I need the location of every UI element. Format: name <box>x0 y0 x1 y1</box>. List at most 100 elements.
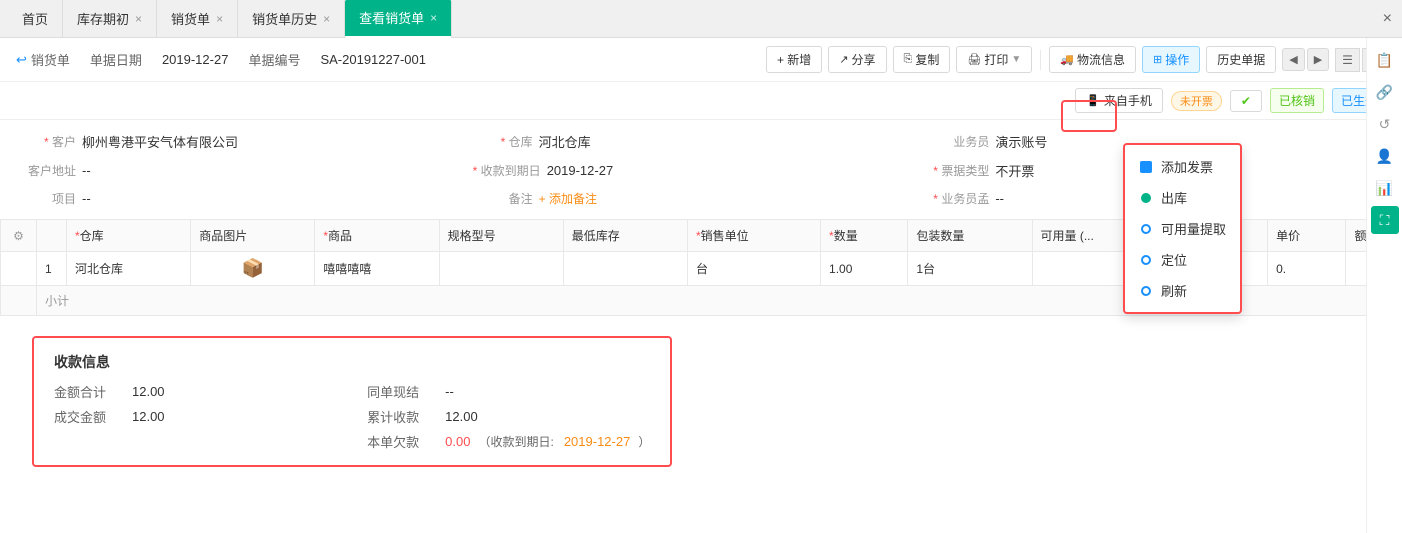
row-min-stock <box>563 252 687 286</box>
prev-button[interactable]: ◀ <box>1282 48 1304 71</box>
tab-view-sales[interactable]: 查看销货单 × <box>345 0 452 38</box>
tab-home[interactable]: 首页 <box>8 0 63 38</box>
available-qty-icon <box>1139 222 1153 236</box>
address-label: 客户地址 <box>16 162 76 179</box>
nav-arrows: ◀ ▶ <box>1282 48 1329 71</box>
customer-row: 客户 柳州粤港平安气体有限公司 <box>16 132 473 151</box>
summary-section: 收款信息 金额合计 12.00 同单现结 -- 成交金额 12.00 累计收款 … <box>0 316 1402 487</box>
sidebar-user-icon[interactable]: 👤 <box>1371 142 1399 170</box>
col-seq <box>37 220 67 252</box>
deal-amount-row: 成交金额 12.00 <box>54 407 337 426</box>
col-min-stock: 最低库存 <box>563 220 687 252</box>
share-button[interactable]: ↗ 分享 <box>828 46 886 73</box>
close-inventory-tab[interactable]: × <box>135 12 142 26</box>
not-open-badge: 未开票 <box>1171 91 1222 111</box>
due-date-label: 收款到期日 <box>473 162 541 179</box>
same-order-row: 同单现结 -- <box>367 382 650 401</box>
row-image: 📦 <box>191 252 315 286</box>
employee-value: 演示账号 <box>995 132 1047 151</box>
number-label: 单据编号 <box>248 50 300 69</box>
outbound-icon <box>1139 191 1153 205</box>
new-button[interactable]: + 新增 <box>766 46 822 73</box>
owe-label: 本单欠款 <box>367 432 437 451</box>
project-value: -- <box>82 191 91 206</box>
history-button[interactable]: 历史单据 <box>1206 46 1276 73</box>
locate-label: 定位 <box>1161 250 1187 269</box>
sidebar-expand-icon[interactable]: ⛶ <box>1371 206 1399 234</box>
same-order-value: -- <box>445 384 454 399</box>
row-warehouse: 河北仓库 <box>67 252 191 286</box>
print-button[interactable]: 🖨 打印 ▼ <box>956 46 1032 73</box>
close-sales-tab[interactable]: × <box>216 12 223 26</box>
list-view-button[interactable]: ☰ <box>1335 48 1360 72</box>
add-invoice-label: 添加发票 <box>1161 157 1213 176</box>
summary-grid: 金额合计 12.00 同单现结 -- 成交金额 12.00 累计收款 12.00… <box>54 382 650 451</box>
col-settings[interactable]: ⚙ <box>1 220 37 252</box>
row-product: 嘻嘻嘻嘻 <box>315 252 439 286</box>
outbound-label: 出库 <box>1161 188 1187 207</box>
doc-title-section: ↩ 销货单 <box>16 50 70 69</box>
doc-header: ↩ 销货单 单据日期 2019-12-27 单据编号 SA-20191227-0… <box>0 38 1402 82</box>
col-warehouse: *仓库 <box>67 220 191 252</box>
main-content: ↩ 销货单 单据日期 2019-12-27 单据编号 SA-20191227-0… <box>0 38 1402 533</box>
note-label: 备注 <box>473 190 533 207</box>
owe-row: 本单欠款 0.00 （收款到期日: 2019-12-27 ） <box>367 432 650 451</box>
ticket-type-value: 不开票 <box>995 161 1034 180</box>
logistics-button[interactable]: 🚚 物流信息 <box>1049 46 1136 73</box>
sidebar-link-icon[interactable]: 🔗 <box>1371 78 1399 106</box>
tab-bar: 首页 库存期初 × 销货单 × 销货单历史 × 查看销货单 × × <box>0 0 1402 38</box>
tab-inventory[interactable]: 库存期初 × <box>63 0 157 38</box>
summary-title: 收款信息 <box>54 352 650 372</box>
copy-button[interactable]: ⎘ 复制 <box>893 46 951 73</box>
sales-emp-value: -- <box>995 191 1004 206</box>
tab-sales[interactable]: 销货单 × <box>157 0 238 38</box>
row-package: 1台 <box>908 252 1032 286</box>
total-amount-row: 金额合计 12.00 <box>54 382 337 401</box>
sidebar-chart-icon[interactable]: 📊 <box>1371 174 1399 202</box>
dropdown-locate[interactable]: 定位 <box>1125 244 1240 275</box>
col-image: 商品图片 <box>191 220 315 252</box>
due-date-row: 收款到期日 2019-12-27 <box>473 161 930 180</box>
row-settings <box>1 252 37 286</box>
address-row: 客户地址 -- <box>16 161 473 180</box>
sales-emp-label: 业务员孟 <box>929 190 989 207</box>
deal-amount-label: 成交金额 <box>54 407 124 426</box>
dropdown-outbound[interactable]: 出库 <box>1125 182 1240 213</box>
check-button[interactable]: ✔ <box>1230 90 1262 112</box>
checked-status: 已核销 <box>1270 88 1324 113</box>
tab-sales-history[interactable]: 销货单历史 × <box>238 0 345 38</box>
sidebar-doc-icon[interactable]: 📋 <box>1371 46 1399 74</box>
doc-title-text: 销货单 <box>31 50 70 69</box>
close-sales-history-tab[interactable]: × <box>323 12 330 26</box>
operation-dropdown: 添加发票 出库 可用量提取 定位 刷新 <box>1123 143 1242 314</box>
date-label: 单据日期 <box>90 50 142 69</box>
col-quantity: *数量 <box>821 220 908 252</box>
operation-button[interactable]: ⊞ 操作 <box>1142 46 1200 73</box>
doc-actions: + 新增 ↗ 分享 ⎘ 复制 🖨 打印 ▼ 🚚 物流信息 ⊞ 操作 <box>766 46 1386 73</box>
add-note-button[interactable]: 添加备注 <box>539 190 597 207</box>
window-close-button[interactable]: × <box>1383 10 1392 28</box>
warehouse-row: 仓库 河北仓库 <box>473 132 930 151</box>
owe-due-date: 2019-12-27 <box>564 434 631 449</box>
col-product: *商品 <box>315 220 439 252</box>
cumulative-label: 累计收款 <box>367 407 437 426</box>
owe-suffix: （收款到期日: <box>478 433 553 450</box>
dropdown-available-qty[interactable]: 可用量提取 <box>1125 213 1240 244</box>
sidebar-refresh-icon[interactable]: ↺ <box>1371 110 1399 138</box>
col-package: 包装数量 <box>908 220 1032 252</box>
refresh-icon <box>1139 284 1153 298</box>
sep1 <box>1040 50 1041 70</box>
refresh-label: 刷新 <box>1161 281 1187 300</box>
from-phone-button[interactable]: 📱 来自手机 <box>1075 88 1163 113</box>
ticket-type-label: 票据类型 <box>929 162 989 179</box>
subtotal-settings <box>1 286 37 316</box>
note-row: 备注 添加备注 <box>473 190 930 207</box>
summary-box: 收款信息 金额合计 12.00 同单现结 -- 成交金额 12.00 累计收款 … <box>32 336 672 467</box>
dropdown-refresh[interactable]: 刷新 <box>1125 275 1240 306</box>
row-seq: 1 <box>37 252 67 286</box>
available-qty-label: 可用量提取 <box>1161 219 1226 238</box>
dropdown-add-invoice[interactable]: 添加发票 <box>1125 151 1240 182</box>
close-view-sales-tab[interactable]: × <box>430 11 437 25</box>
next-button[interactable]: ▶ <box>1307 48 1329 71</box>
project-row: 项目 -- <box>16 190 473 207</box>
